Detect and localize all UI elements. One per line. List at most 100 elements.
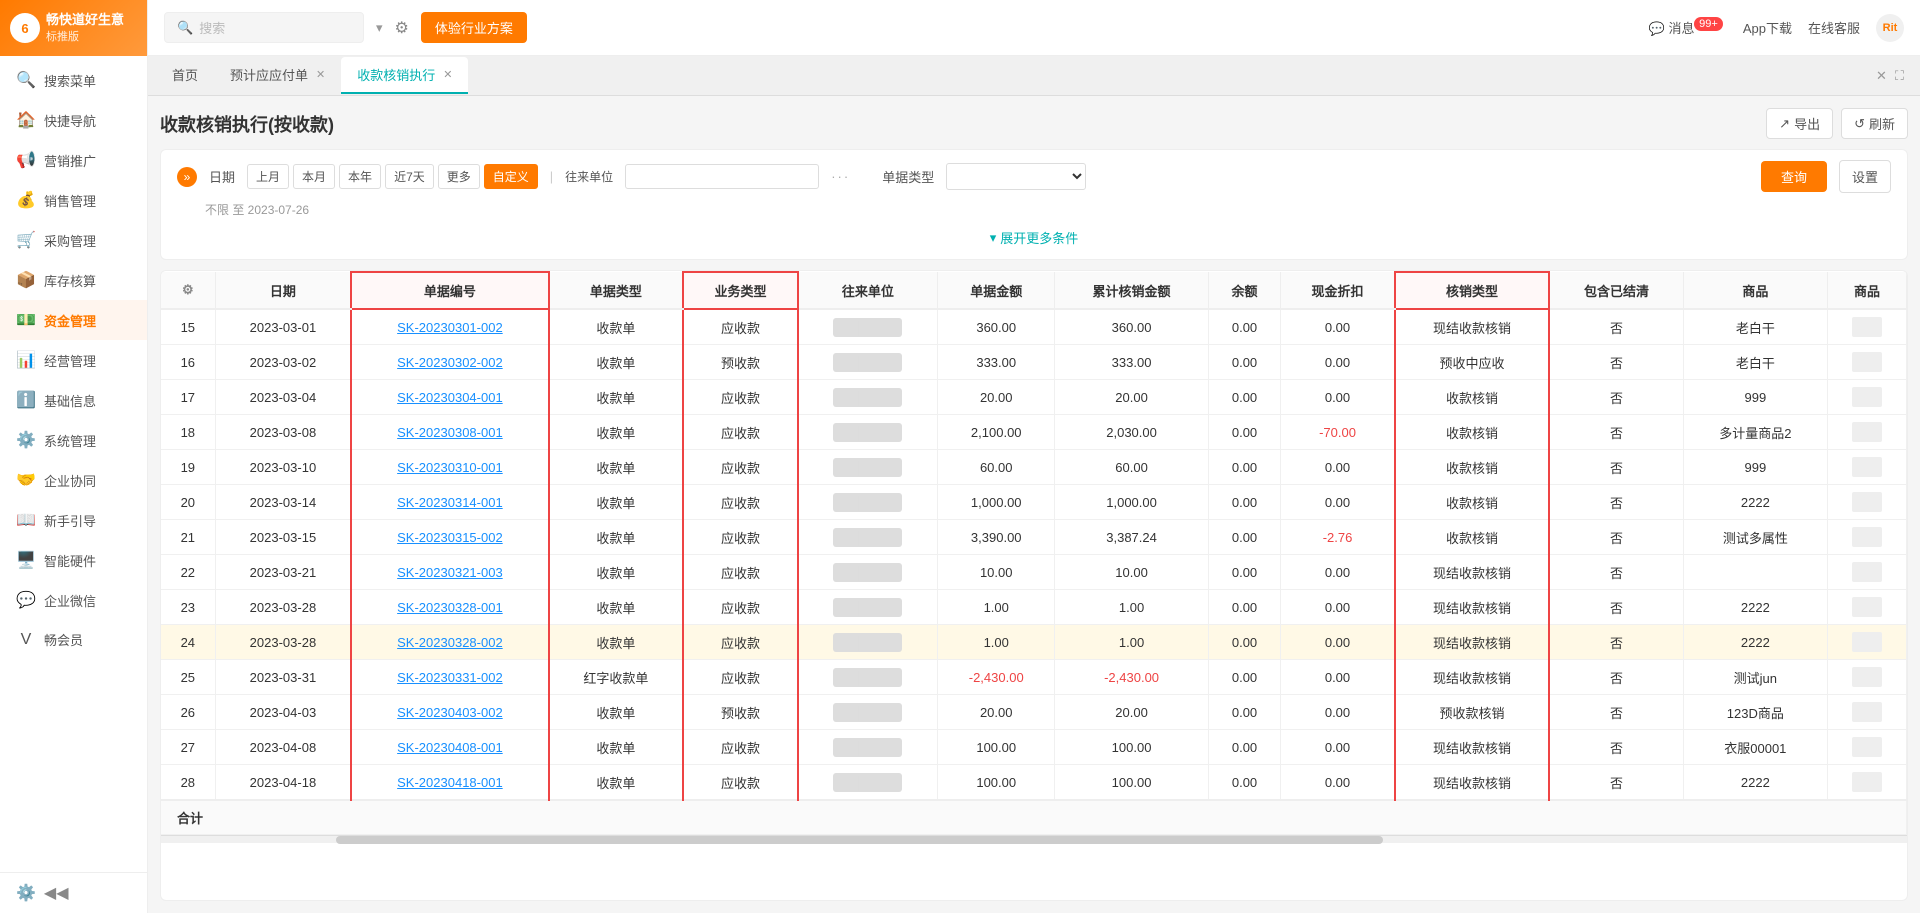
sidebar-item-basic[interactable]: ℹ️基础信息	[0, 380, 147, 420]
app-download-link[interactable]: App下载	[1743, 18, 1792, 37]
cell-doc-no[interactable]: SK-20230321-003	[351, 555, 548, 590]
date-btn-this-month[interactable]: 本月	[293, 164, 335, 189]
user-avatar[interactable]: Rit	[1876, 14, 1904, 42]
cell-doc-no[interactable]: SK-20230308-001	[351, 415, 548, 450]
col-date: 日期	[215, 272, 351, 309]
scrollbar-area[interactable]	[161, 835, 1907, 843]
cell-offset-amount: 1.00	[1055, 590, 1208, 625]
cell-doc-no[interactable]: SK-20230328-001	[351, 590, 548, 625]
cell-goods	[1683, 555, 1827, 590]
table-row[interactable]: 23 2023-03-28 SK-20230328-001 收款单 应收款 ██…	[161, 590, 1907, 625]
cell-include-settled: 否	[1549, 765, 1683, 801]
cell-seq: 20	[161, 485, 215, 520]
col-settings[interactable]: ⚙	[161, 272, 215, 309]
cell-include-settled: 否	[1549, 380, 1683, 415]
cell-offset-amount: 10.00	[1055, 555, 1208, 590]
table-row[interactable]: 27 2023-04-08 SK-20230408-001 收款单 应收款 ██…	[161, 730, 1907, 765]
sidebar-item-wechat[interactable]: 💬企业微信	[0, 580, 147, 620]
cell-doc-type: 收款单	[549, 309, 684, 345]
solution-button[interactable]: 体验行业方案	[421, 12, 527, 43]
cell-include-settled: 否	[1549, 309, 1683, 345]
sidebar-item-system[interactable]: ⚙️系统管理	[0, 420, 147, 460]
setting-button[interactable]: 设置	[1839, 160, 1891, 193]
cell-doc-no[interactable]: SK-20230403-002	[351, 695, 548, 730]
sidebar-item-funds[interactable]: 💵资金管理	[0, 300, 147, 340]
sidebar-item-quicknav[interactable]: 🏠快捷导航	[0, 100, 147, 140]
cell-goods: 999	[1683, 380, 1827, 415]
counterpart-input[interactable]	[625, 164, 819, 189]
tab-home[interactable]: 首页	[156, 57, 214, 94]
sidebar-item-marketing[interactable]: 📢营销推广	[0, 140, 147, 180]
query-button[interactable]: 查询	[1761, 161, 1827, 192]
table-row[interactable]: 22 2023-03-21 SK-20230321-003 收款单 应收款 ██…	[161, 555, 1907, 590]
table-row[interactable]: 15 2023-03-01 SK-20230301-002 收款单 应收款 ██…	[161, 309, 1907, 345]
tab-pending-close-icon[interactable]: ✕	[316, 68, 325, 81]
cell-doc-no[interactable]: SK-20230304-001	[351, 380, 548, 415]
table-row[interactable]: 25 2023-03-31 SK-20230331-002 红字收款单 应收款 …	[161, 660, 1907, 695]
cell-doc-no[interactable]: SK-20230314-001	[351, 485, 548, 520]
cell-offset-amount: -2,430.00	[1055, 660, 1208, 695]
sidebar-item-corp[interactable]: 🤝企业协同	[0, 460, 147, 500]
table-row[interactable]: 28 2023-04-18 SK-20230418-001 收款单 应收款 ██…	[161, 765, 1907, 801]
table-row[interactable]: 17 2023-03-04 SK-20230304-001 收款单 应收款 ██…	[161, 380, 1907, 415]
filter-row-main: » 日期 上月 本月 本年 近7天 更多 自定义 | 往来单位 ··· 单据类型…	[177, 160, 1891, 193]
cell-counterpart: ████	[798, 625, 938, 660]
refresh-button[interactable]: ↺ 刷新	[1841, 108, 1908, 139]
filter-collapse-button[interactable]: »	[177, 167, 197, 187]
sidebar-item-sales[interactable]: 💰销售管理	[0, 180, 147, 220]
cell-doc-no[interactable]: SK-20230302-002	[351, 345, 548, 380]
cell-doc-no[interactable]: SK-20230418-001	[351, 765, 548, 801]
sidebar-item-guide[interactable]: 📖新手引导	[0, 500, 147, 540]
tab-collection[interactable]: 收款核销执行 ✕	[341, 57, 468, 94]
tab-collection-close-icon[interactable]: ✕	[443, 68, 452, 81]
cell-offset-amount: 100.00	[1055, 765, 1208, 801]
table-row[interactable]: 26 2023-04-03 SK-20230403-002 收款单 预收款 ██…	[161, 695, 1907, 730]
cell-include-settled: 否	[1549, 590, 1683, 625]
tab-expand-icon[interactable]: ⛶	[1895, 68, 1904, 84]
cell-balance: 0.00	[1208, 660, 1281, 695]
table-row[interactable]: 20 2023-03-14 SK-20230314-001 收款单 应收款 ██…	[161, 485, 1907, 520]
collapse-icon[interactable]: ◀◀	[44, 883, 69, 903]
sidebar-item-hardware[interactable]: 🖥️智能硬件	[0, 540, 147, 580]
cell-doc-no[interactable]: SK-20230315-002	[351, 520, 548, 555]
date-btn-7days[interactable]: 近7天	[385, 164, 434, 189]
tab-close-all-icon[interactable]: ✕	[1876, 68, 1887, 84]
expand-more-btn[interactable]: ▾ 展开更多条件	[177, 226, 1891, 249]
settings-bottom-icon[interactable]: ⚙️	[16, 883, 36, 903]
cell-balance: 0.00	[1208, 590, 1281, 625]
table-row[interactable]: 21 2023-03-15 SK-20230315-002 收款单 应收款 ██…	[161, 520, 1907, 555]
cell-doc-no[interactable]: SK-20230301-002	[351, 309, 548, 345]
cell-goods: 2222	[1683, 485, 1827, 520]
cell-biz-type: 应收款	[683, 730, 798, 765]
cell-doc-type: 收款单	[549, 520, 684, 555]
topbar-search[interactable]: 🔍 搜索	[164, 12, 364, 43]
dropdown-arrow-icon[interactable]: ▾	[376, 20, 383, 36]
table-row[interactable]: 19 2023-03-10 SK-20230310-001 收款单 应收款 ██…	[161, 450, 1907, 485]
date-btn-last-month[interactable]: 上月	[247, 164, 289, 189]
message-icon[interactable]: 💬 消息 99+	[1649, 18, 1727, 37]
table-row[interactable]: 24 2023-03-28 SK-20230328-002 收款单 应收款 ██…	[161, 625, 1907, 660]
scrollbar-thumb[interactable]	[336, 836, 1384, 844]
sidebar-item-member[interactable]: V畅会员	[0, 620, 147, 659]
cell-doc-no[interactable]: SK-20230408-001	[351, 730, 548, 765]
date-btn-this-year[interactable]: 本年	[339, 164, 381, 189]
sidebar-item-ops[interactable]: 📊经营管理	[0, 340, 147, 380]
date-btn-custom[interactable]: 自定义	[484, 164, 538, 189]
cell-doc-no[interactable]: SK-20230331-002	[351, 660, 548, 695]
funds-icon: 💵	[16, 310, 36, 330]
sidebar-item-inventory[interactable]: 📦库存核算	[0, 260, 147, 300]
gear-icon[interactable]: ⚙	[395, 18, 409, 38]
tab-pending[interactable]: 预计应应付单 ✕	[214, 57, 341, 94]
export-button[interactable]: ↗ 导出	[1766, 108, 1833, 139]
table-row[interactable]: 18 2023-03-08 SK-20230308-001 收款单 应收款 ██…	[161, 415, 1907, 450]
sidebar-item-purchase[interactable]: 🛒采购管理	[0, 220, 147, 260]
online-service-link[interactable]: 在线客服	[1808, 18, 1860, 37]
cell-biz-type: 应收款	[683, 555, 798, 590]
cell-doc-no[interactable]: SK-20230328-002	[351, 625, 548, 660]
receipt-type-select[interactable]	[946, 163, 1086, 190]
cell-goods2	[1827, 520, 1906, 555]
date-btn-more[interactable]: 更多	[438, 164, 480, 189]
sidebar-item-search[interactable]: 🔍搜索菜单	[0, 60, 147, 100]
table-row[interactable]: 16 2023-03-02 SK-20230302-002 收款单 预收款 ██…	[161, 345, 1907, 380]
cell-doc-no[interactable]: SK-20230310-001	[351, 450, 548, 485]
